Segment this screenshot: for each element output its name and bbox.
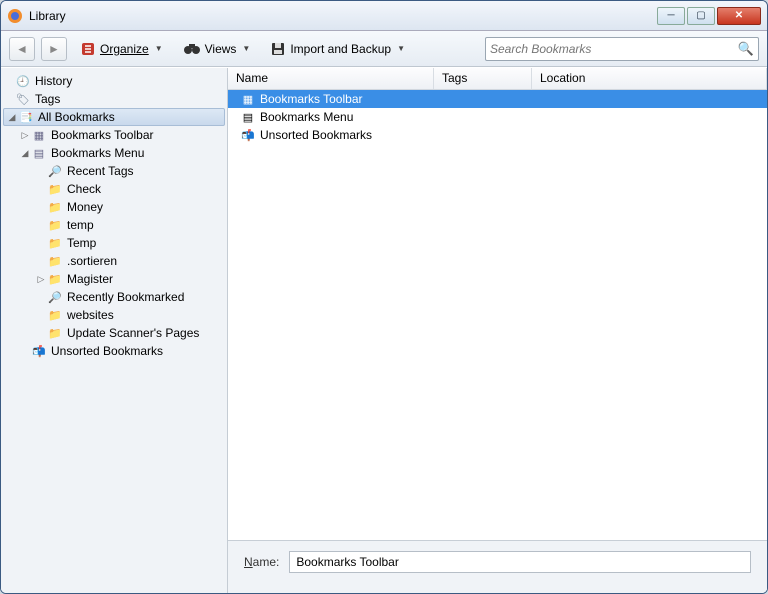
views-menu[interactable]: Views ▼ bbox=[176, 36, 258, 62]
tree-unsorted[interactable]: ▸📬 Unsorted Bookmarks bbox=[1, 342, 227, 360]
back-button[interactable]: ◄ bbox=[9, 37, 35, 61]
unsorted-icon: 📬 bbox=[240, 127, 256, 143]
tree-bookmarks-menu[interactable]: ◢▤ Bookmarks Menu bbox=[1, 144, 227, 162]
tag-icon: 🏷 bbox=[15, 91, 31, 107]
folder-icon: 📁 bbox=[47, 325, 63, 341]
search-icon[interactable]: 🔍 bbox=[738, 41, 754, 57]
content-area: ▸🕘 History ▸🏷 Tags ◢📑 All Bookmarks ▷▦ B… bbox=[1, 67, 767, 593]
views-label: Views bbox=[205, 42, 237, 56]
main-panel: Name Tags Location ▦ Bookmarks Toolbar ▤… bbox=[228, 68, 767, 593]
list-item[interactable]: 📬 Unsorted Bookmarks bbox=[228, 126, 767, 144]
expand-icon[interactable]: ▷ bbox=[19, 130, 31, 141]
window-controls: ─ ▢ ✕ bbox=[657, 7, 761, 25]
folder-icon: 📁 bbox=[47, 181, 63, 197]
import-backup-menu[interactable]: Import and Backup ▼ bbox=[263, 36, 412, 62]
tree-folder-sortieren[interactable]: ▸📁 .sortieren bbox=[1, 252, 227, 270]
maximize-button[interactable]: ▢ bbox=[687, 7, 715, 25]
column-headers: Name Tags Location bbox=[228, 68, 767, 90]
name-field-label: Name: bbox=[244, 555, 279, 569]
list-item[interactable]: ▦ Bookmarks Toolbar bbox=[228, 90, 767, 108]
folder-icon: 📁 bbox=[47, 199, 63, 215]
search-small-icon: 🔎 bbox=[47, 163, 63, 179]
toolbar-icon: ▦ bbox=[31, 127, 47, 143]
tree-folder-check[interactable]: ▸📁 Check bbox=[1, 180, 227, 198]
organize-icon bbox=[80, 41, 96, 57]
tree-folder-update-scanner[interactable]: ▸📁 Update Scanner's Pages bbox=[1, 324, 227, 342]
folder-icon: 📁 bbox=[47, 235, 63, 251]
tree-tags[interactable]: ▸🏷 Tags bbox=[1, 90, 227, 108]
column-name[interactable]: Name bbox=[228, 68, 434, 89]
tree-recent-tags[interactable]: ▸🔎 Recent Tags bbox=[1, 162, 227, 180]
window-title: Library bbox=[29, 9, 657, 23]
toolbar-icon: ▦ bbox=[240, 91, 256, 107]
import-label: Import and Backup bbox=[290, 42, 391, 56]
folder-icon: 📁 bbox=[47, 307, 63, 323]
details-pane: Name: bbox=[228, 540, 767, 593]
tree-folder-temp2[interactable]: ▸📁 Temp bbox=[1, 234, 227, 252]
save-icon bbox=[270, 41, 286, 57]
tree-folder-websites[interactable]: ▸📁 websites bbox=[1, 306, 227, 324]
chevron-down-icon: ▼ bbox=[397, 44, 405, 53]
tree-folder-money[interactable]: ▸📁 Money bbox=[1, 198, 227, 216]
tree-folder-magister[interactable]: ▷📁 Magister bbox=[1, 270, 227, 288]
tree-history[interactable]: ▸🕘 History bbox=[1, 72, 227, 90]
list-item[interactable]: ▤ Bookmarks Menu bbox=[228, 108, 767, 126]
toolbar: ◄ ► Organize ▼ Views ▼ Import and Backup… bbox=[1, 31, 767, 67]
organize-menu[interactable]: Organize ▼ bbox=[73, 36, 170, 62]
app-icon bbox=[7, 8, 23, 24]
folder-icon: 📁 bbox=[47, 217, 63, 233]
clock-icon: 🕘 bbox=[15, 73, 31, 89]
chevron-down-icon: ▼ bbox=[242, 44, 250, 53]
expand-icon[interactable]: ▷ bbox=[35, 274, 47, 285]
column-location[interactable]: Location bbox=[532, 68, 767, 89]
menu-icon: ▤ bbox=[240, 109, 256, 125]
expand-icon[interactable]: ◢ bbox=[6, 112, 18, 123]
close-button[interactable]: ✕ bbox=[717, 7, 761, 25]
tree-bookmarks-toolbar[interactable]: ▷▦ Bookmarks Toolbar bbox=[1, 126, 227, 144]
expand-icon[interactable]: ◢ bbox=[19, 148, 31, 159]
minimize-button[interactable]: ─ bbox=[657, 7, 685, 25]
column-tags[interactable]: Tags bbox=[434, 68, 532, 89]
search-input[interactable] bbox=[490, 42, 738, 56]
chevron-down-icon: ▼ bbox=[155, 44, 163, 53]
search-small-icon: 🔎 bbox=[47, 289, 63, 305]
bookmark-icon: 📑 bbox=[18, 109, 34, 125]
bookmark-list[interactable]: ▦ Bookmarks Toolbar ▤ Bookmarks Menu 📬 U… bbox=[228, 90, 767, 540]
folder-icon: 📁 bbox=[47, 271, 63, 287]
unsorted-icon: 📬 bbox=[31, 343, 47, 359]
titlebar[interactable]: Library ─ ▢ ✕ bbox=[1, 1, 767, 31]
menu-icon: ▤ bbox=[31, 145, 47, 161]
tree-all-bookmarks[interactable]: ◢📑 All Bookmarks bbox=[3, 108, 225, 126]
sidebar-tree[interactable]: ▸🕘 History ▸🏷 Tags ◢📑 All Bookmarks ▷▦ B… bbox=[1, 68, 228, 593]
library-window: Library ─ ▢ ✕ ◄ ► Organize ▼ Views ▼ Imp… bbox=[0, 0, 768, 594]
folder-icon: 📁 bbox=[47, 253, 63, 269]
forward-button[interactable]: ► bbox=[41, 37, 67, 61]
tree-folder-temp[interactable]: ▸📁 temp bbox=[1, 216, 227, 234]
name-field-input[interactable] bbox=[289, 551, 751, 573]
tree-recently-bookmarked[interactable]: ▸🔎 Recently Bookmarked bbox=[1, 288, 227, 306]
binoculars-icon bbox=[183, 42, 201, 56]
organize-label: Organize bbox=[100, 42, 149, 56]
search-box[interactable]: 🔍 bbox=[485, 37, 759, 61]
